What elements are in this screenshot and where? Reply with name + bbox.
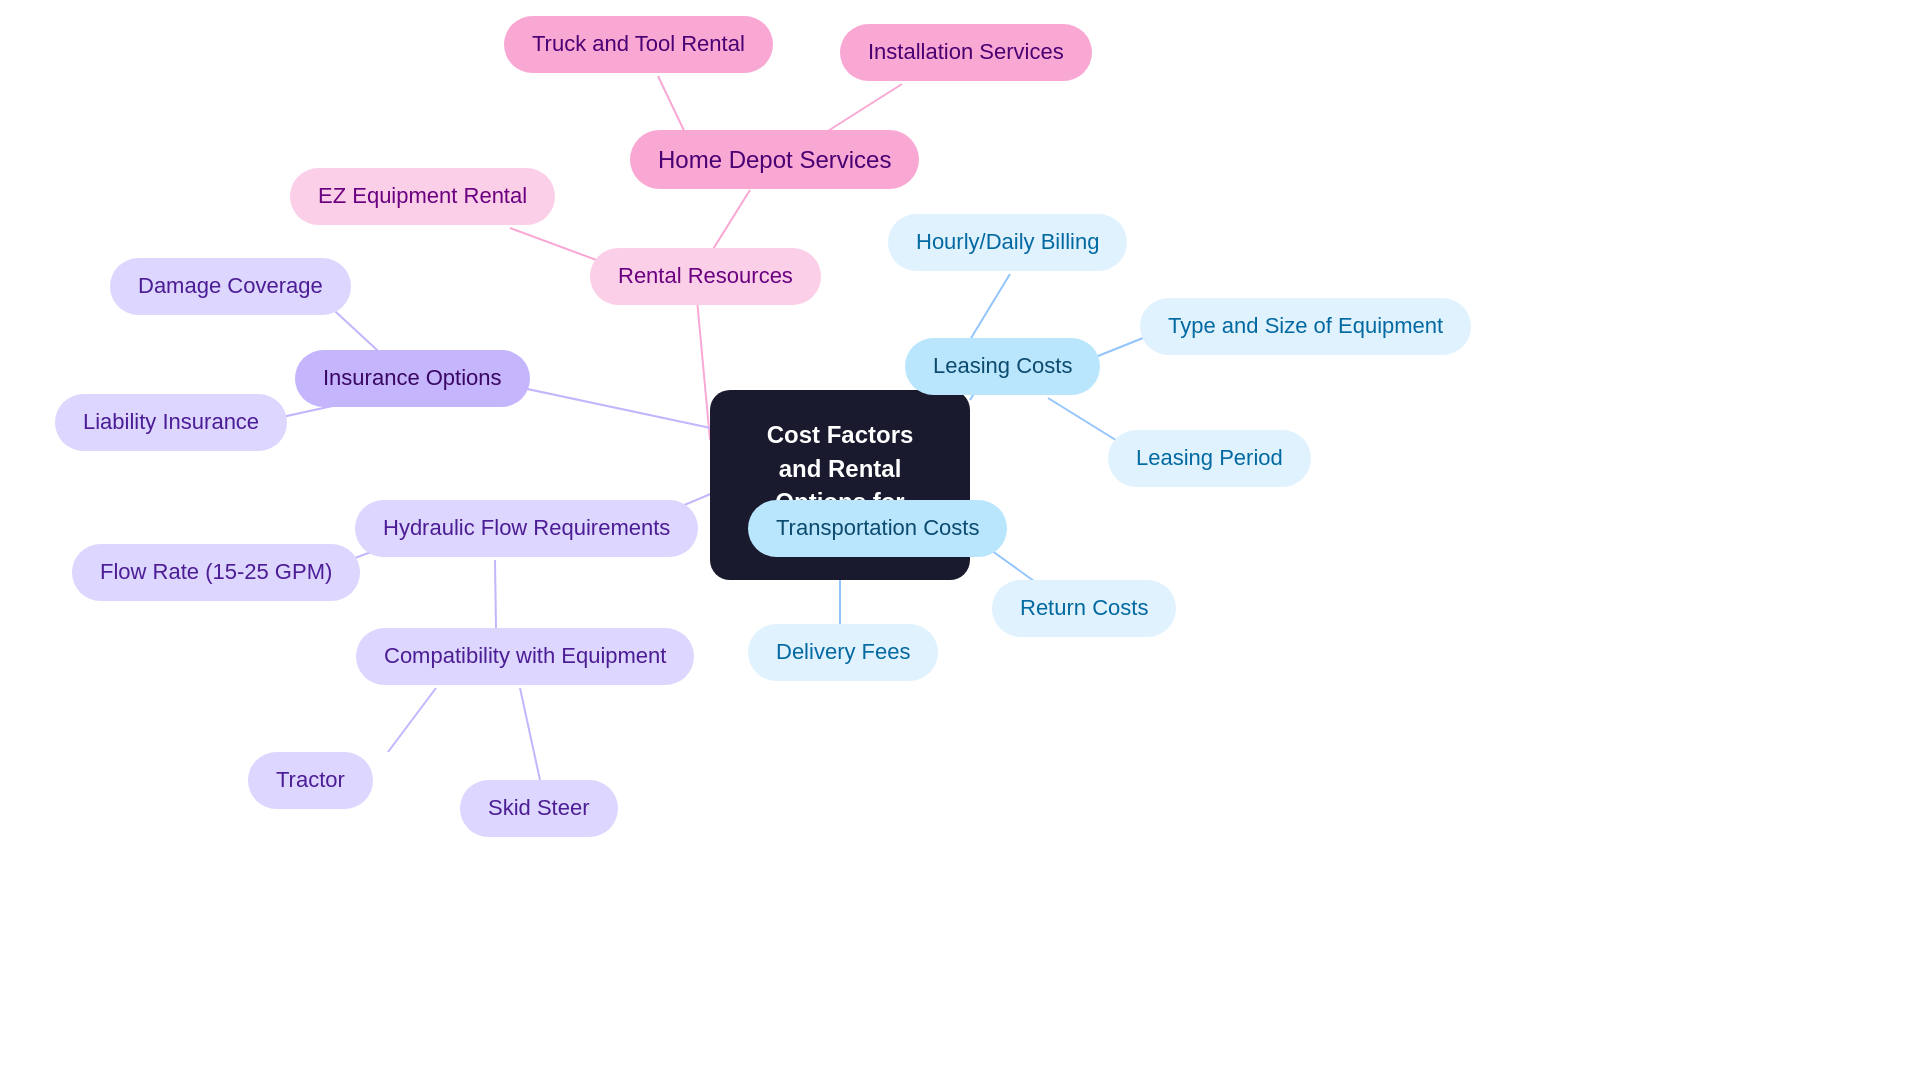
rental-resources-node: Rental Resources xyxy=(590,248,821,305)
skid-steer-node: Skid Steer xyxy=(460,780,618,837)
hydraulic-flow-node: Hydraulic Flow Requirements xyxy=(355,500,698,557)
flow-rate-node: Flow Rate (15-25 GPM) xyxy=(72,544,360,601)
compatibility-equipment-node: Compatibility with Equipment xyxy=(356,628,694,685)
tractor-node: Tractor xyxy=(248,752,373,809)
hourly-daily-billing-node: Hourly/Daily Billing xyxy=(888,214,1127,271)
ez-equipment-rental-node: EZ Equipment Rental xyxy=(290,168,555,225)
leasing-period-node: Leasing Period xyxy=(1108,430,1311,487)
svg-line-14 xyxy=(965,274,1010,348)
type-size-equipment-node: Type and Size of Equipment xyxy=(1140,298,1471,355)
transportation-costs-node: Transportation Costs xyxy=(748,500,1007,557)
leasing-costs-node: Leasing Costs xyxy=(905,338,1100,395)
home-depot-services-node: Home Depot Services xyxy=(630,130,919,189)
svg-line-11 xyxy=(388,688,436,752)
svg-line-10 xyxy=(495,560,496,628)
delivery-fees-node: Delivery Fees xyxy=(748,624,938,681)
truck-tool-rental-node: Truck and Tool Rental xyxy=(504,16,773,73)
insurance-options-node: Insurance Options xyxy=(295,350,530,407)
installation-services-node: Installation Services xyxy=(840,24,1092,81)
return-costs-node: Return Costs xyxy=(992,580,1176,637)
liability-insurance-node: Liability Insurance xyxy=(55,394,287,451)
svg-line-12 xyxy=(520,688,540,780)
damage-coverage-node: Damage Coverage xyxy=(110,258,351,315)
